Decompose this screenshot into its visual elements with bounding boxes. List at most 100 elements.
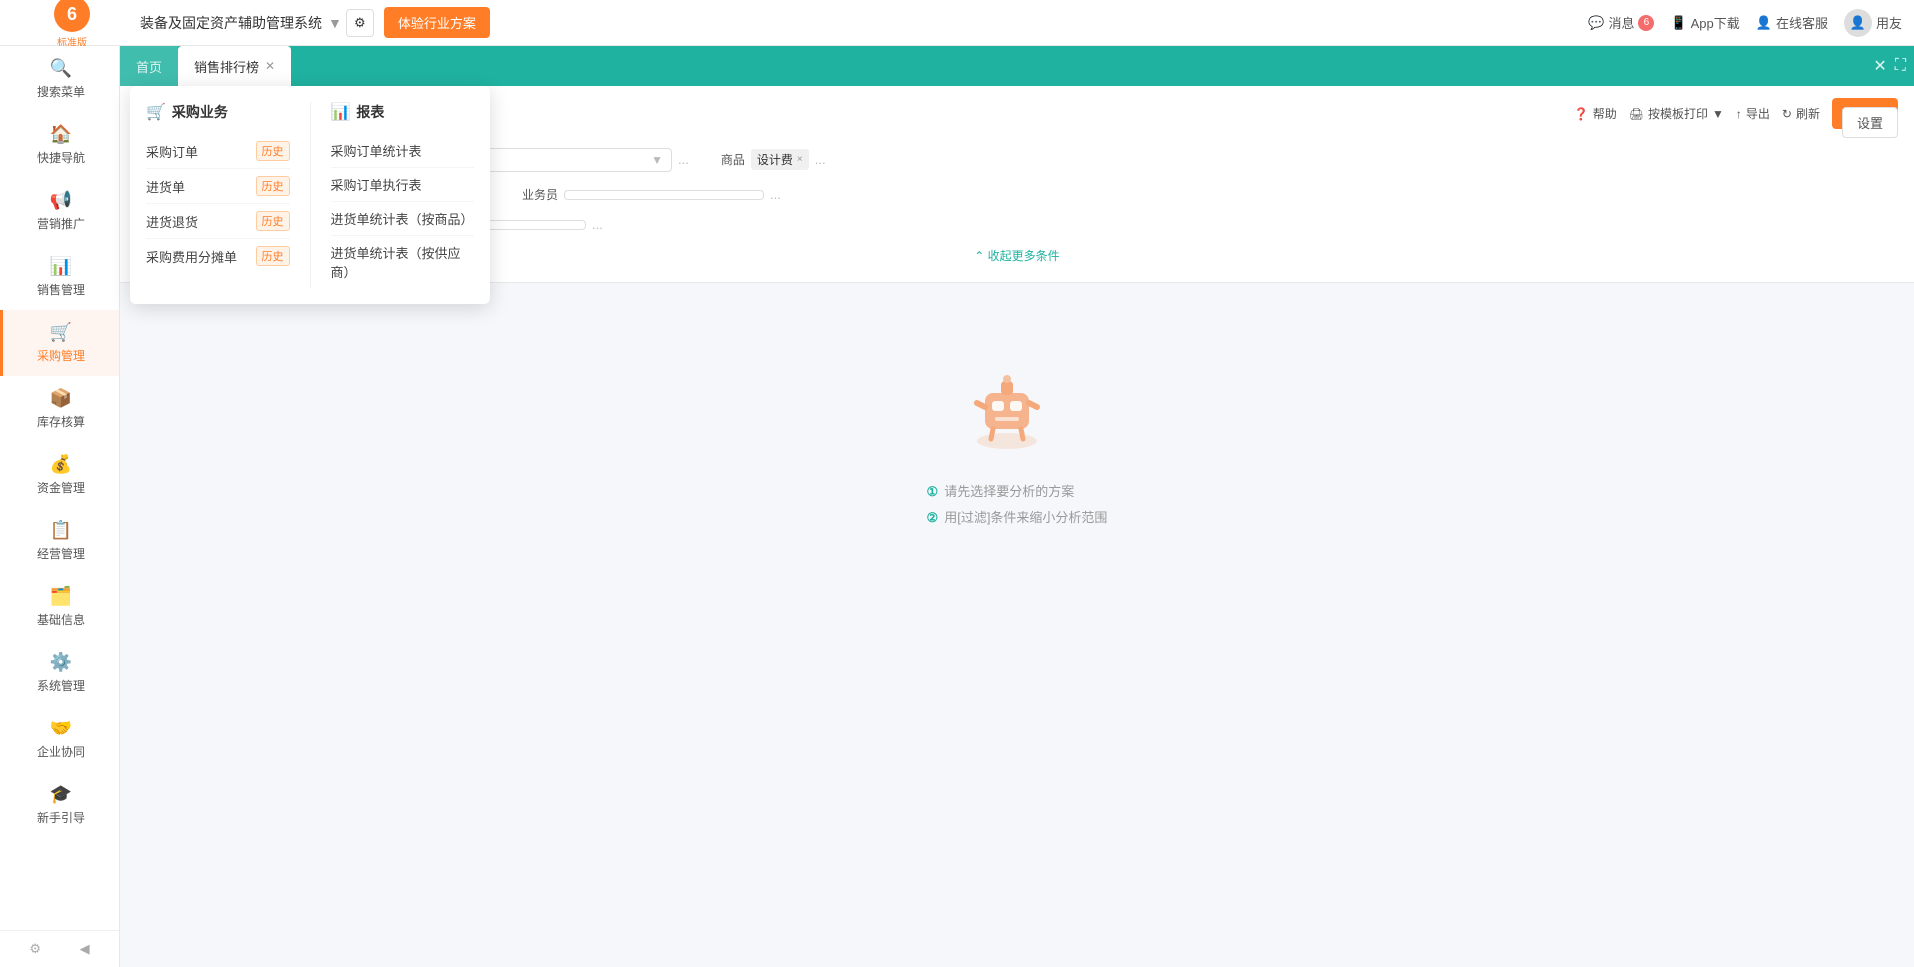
- print-btn[interactable]: 🖨 按模板打印 ▼: [1629, 105, 1724, 122]
- goods-tag-close[interactable]: ×: [797, 154, 803, 165]
- sidebar: 🔍 搜索菜单 🏠 快捷导航 📢 营销推广 📊 销售管理 🛒 采购管理 📦: [0, 46, 120, 967]
- newbie-icon: 🎓: [50, 784, 72, 805]
- tab-bar: 首页 销售排行榜 ✕ ✕ ⛶: [120, 46, 1914, 86]
- sidebar-footer: ⚙ ◀: [0, 930, 119, 967]
- export-icon: ↑: [1736, 107, 1742, 121]
- sidebar-item-search[interactable]: 🔍 搜索菜单: [0, 46, 119, 112]
- sidebar-label-purchase: 采购管理: [37, 347, 85, 364]
- system-title: 装备及固定资产辅助管理系统 ▼: [140, 13, 342, 33]
- sidebar-label-newbie: 新手引导: [37, 809, 85, 826]
- help-icon: ❓: [1574, 107, 1589, 121]
- voucher-status-input[interactable]: ▼: [472, 148, 672, 172]
- sales-icon: 📊: [50, 256, 72, 277]
- goods-tag: 设计费 ×: [751, 149, 809, 170]
- tab-home[interactable]: 首页: [120, 46, 178, 86]
- msg-label: 消息: [1608, 13, 1634, 32]
- sidebar-label-quick: 快捷导航: [37, 149, 85, 166]
- report-col-title: 📊 报表: [331, 102, 475, 122]
- logo-icon: 6: [54, 0, 90, 32]
- sidebar-label-operation: 经营管理: [37, 545, 85, 562]
- sidebar-item-enterprise[interactable]: 🤝 企业协同: [0, 706, 119, 772]
- history-badge-receipt: 历史: [256, 176, 290, 196]
- title-dropdown-icon[interactable]: ▼: [328, 15, 342, 31]
- help-btn[interactable]: ❓ 帮助: [1574, 105, 1617, 122]
- sidebar-item-quick[interactable]: 🏠 快捷导航: [0, 112, 119, 178]
- tab-close-btn[interactable]: ✕: [1873, 56, 1886, 76]
- divider: [310, 102, 311, 288]
- empty-state: ① 请先选择要分析的方案 ② 用[过滤]条件来缩小分析范围: [120, 283, 1914, 611]
- sidebar-label-system: 系统管理: [37, 677, 85, 694]
- phone-icon: 📱: [1670, 15, 1686, 31]
- app-download-item[interactable]: 📱 App下载: [1670, 13, 1739, 32]
- footer-settings-icon[interactable]: ⚙: [29, 941, 41, 957]
- service-icon: 👤: [1756, 15, 1772, 31]
- export-btn[interactable]: ↑ 导出: [1736, 105, 1770, 122]
- customer-dots[interactable]: ...: [592, 217, 603, 232]
- tab-sales-rank[interactable]: 销售排行榜 ✕: [178, 46, 291, 86]
- industry-btn[interactable]: 体验行业方案: [384, 7, 490, 38]
- tab-close-icon[interactable]: ✕: [265, 59, 275, 73]
- sidebar-item-sales[interactable]: 📊 销售管理: [0, 244, 119, 310]
- settings-btn[interactable]: 设置: [1842, 107, 1898, 138]
- tab-bar-end: ✕ ⛶: [1873, 56, 1914, 76]
- chevron-down-icon: ▼: [651, 153, 663, 167]
- history-badge-expense: 历史: [256, 246, 290, 266]
- salesperson-label: 业务员: [522, 186, 558, 203]
- sidebar-item-system[interactable]: ⚙️ 系统管理: [0, 640, 119, 706]
- salesperson-dots[interactable]: ...: [770, 187, 781, 202]
- sidebar-item-operation[interactable]: 📋 经营管理: [0, 508, 119, 574]
- print-dropdown-icon: ▼: [1712, 107, 1724, 121]
- sidebar-item-inventory[interactable]: 📦 库存核算: [0, 376, 119, 442]
- purchase-col: 🛒 采购业务 采购订单 历史 进货单 历史 进货退货 历史 采购费用分摊单 历史: [146, 102, 290, 288]
- top-bar: 6 标准版 装备及固定资产辅助管理系统 ▼ ⚙ 体验行业方案 💬 消息 6 📱 …: [0, 0, 1914, 46]
- footer-collapse-icon[interactable]: ◀: [80, 941, 90, 957]
- sidebar-label-sales: 销售管理: [37, 281, 85, 298]
- salesperson-input[interactable]: [564, 190, 764, 200]
- empty-text: ① 请先选择要分析的方案 ② 用[过滤]条件来缩小分析范围: [927, 479, 1108, 531]
- avatar: 👤: [1844, 9, 1872, 37]
- goods-dots[interactable]: ...: [815, 152, 826, 167]
- enterprise-icon: 🤝: [50, 718, 72, 739]
- voucher-status-dots[interactable]: ...: [678, 152, 689, 167]
- dropdown-item-receipt[interactable]: 进货单 历史: [146, 169, 290, 204]
- user-item[interactable]: 👤 用友: [1844, 9, 1902, 37]
- dropdown-item-po-exec[interactable]: 采购订单执行表: [331, 168, 475, 202]
- sidebar-item-base[interactable]: 🗂️ 基础信息: [0, 574, 119, 640]
- sidebar-label-inventory: 库存核算: [37, 413, 85, 430]
- msg-item[interactable]: 💬 消息 6: [1588, 13, 1654, 32]
- home-icon: 🏠: [50, 124, 72, 145]
- dropdown-item-po-stat[interactable]: 采购订单统计表: [331, 134, 475, 168]
- tab-expand-btn[interactable]: ⛶: [1895, 57, 1906, 75]
- empty-icon: [957, 363, 1077, 463]
- search-icon: 🔍: [50, 58, 72, 79]
- dropdown-item-expense[interactable]: 采购费用分摊单 历史: [146, 239, 290, 273]
- report-col-icon: 📊: [331, 102, 351, 122]
- sidebar-label-finance: 资金管理: [37, 479, 85, 496]
- refresh-icon: ↻: [1782, 107, 1792, 121]
- purchase-col-title: 🛒 采购业务: [146, 102, 290, 122]
- service-item[interactable]: 👤 在线客服: [1756, 13, 1828, 32]
- inventory-icon: 📦: [50, 388, 72, 409]
- sidebar-item-purchase[interactable]: 🛒 采购管理: [0, 310, 119, 376]
- dropdown-item-po[interactable]: 采购订单 历史: [146, 134, 290, 169]
- dropdown-item-receipt-supplier[interactable]: 进货单统计表（按供应商）: [331, 236, 475, 288]
- dropdown-item-receipt-goods[interactable]: 进货单统计表（按商品）: [331, 202, 475, 236]
- goods-label: 商品: [721, 151, 745, 168]
- top-right: 💬 消息 6 📱 App下载 👤 在线客服 👤 用友: [1588, 9, 1902, 37]
- dropdown-item-return[interactable]: 进货退货 历史: [146, 204, 290, 239]
- msg-icon: 💬: [1588, 15, 1604, 31]
- sidebar-label-base: 基础信息: [37, 611, 85, 628]
- filter-salesperson: 业务员 ...: [522, 186, 781, 203]
- sidebar-label-marketing: 营销推广: [37, 215, 85, 232]
- refresh-btn[interactable]: ↻ 刷新: [1782, 105, 1820, 122]
- sidebar-item-newbie[interactable]: 🎓 新手引导: [0, 772, 119, 838]
- tab-home-label: 首页: [136, 57, 162, 76]
- sidebar-item-finance[interactable]: 💰 资金管理: [0, 442, 119, 508]
- filter-goods: 商品 设计费 × ...: [721, 149, 826, 170]
- tab-sales-rank-label: 销售排行榜: [194, 57, 259, 76]
- operation-icon: 📋: [50, 520, 72, 541]
- purchase-dropdown: 🛒 采购业务 采购订单 历史 进货单 历史 进货退货 历史 采购费用分摊单 历史…: [130, 86, 490, 304]
- system-icon: ⚙️: [50, 652, 72, 673]
- sidebar-item-marketing[interactable]: 📢 营销推广: [0, 178, 119, 244]
- settings-icon[interactable]: ⚙: [346, 9, 374, 37]
